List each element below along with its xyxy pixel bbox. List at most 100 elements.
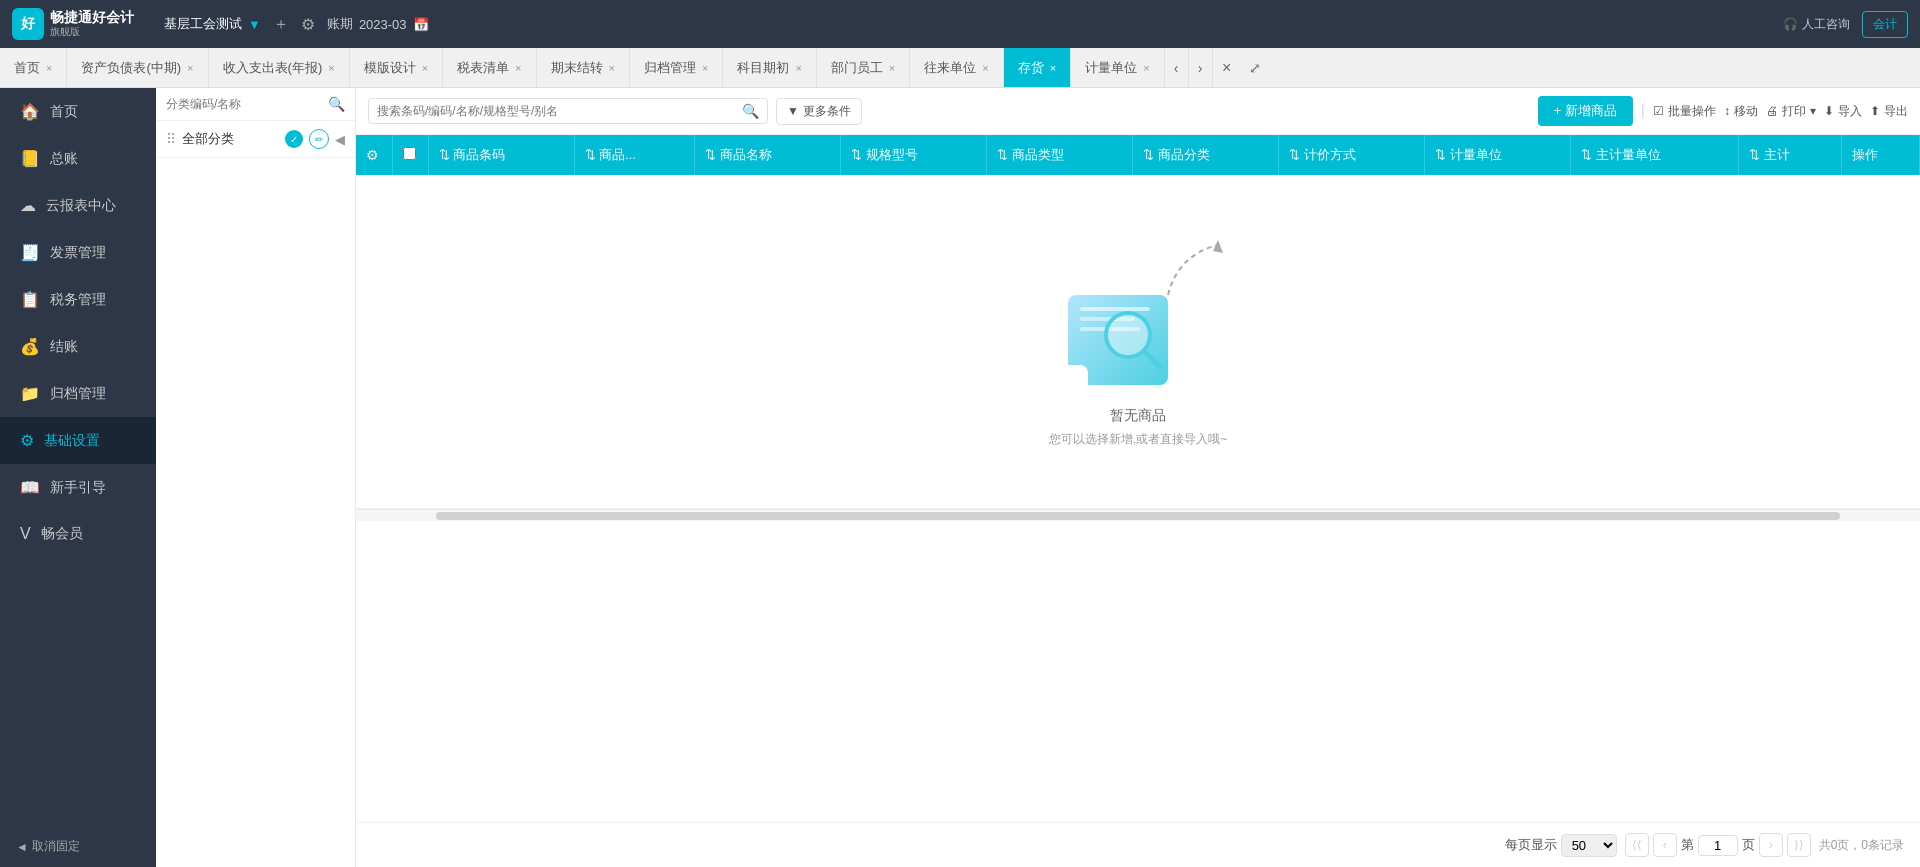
col-category[interactable]: ⇅ 商品分类 — [1133, 135, 1279, 175]
sidebar-item-tax[interactable]: 📋 税务管理 — [0, 276, 156, 323]
category-search-icon[interactable]: 🔍 — [328, 96, 345, 112]
first-page-button[interactable]: ⟨⟨ — [1625, 833, 1649, 857]
tab-close-icon[interactable]: × — [515, 62, 521, 74]
table-checkbox-th[interactable] — [392, 135, 428, 175]
category-header: ⠿ 全部分类 ✓ ✏ ◀ — [156, 121, 355, 158]
kuaiji-button[interactable]: 会计 — [1862, 11, 1908, 38]
tab-archive[interactable]: 归档管理 × — [630, 48, 723, 88]
svg-marker-2 — [1213, 240, 1223, 253]
tab-label: 收入支出表(年报) — [223, 59, 323, 77]
col-unit[interactable]: ⇅ 计量单位 — [1425, 135, 1571, 175]
tab-label: 科目期初 — [737, 59, 789, 77]
tab-income[interactable]: 收入支出表(年报) × — [209, 48, 350, 88]
content-area: 🔍 ⠿ 全部分类 ✓ ✏ ◀ 🔍 — [156, 88, 1920, 867]
batch-ops-button[interactable]: ☑ 批量操作 — [1653, 103, 1716, 120]
more-filter-button[interactable]: ▼ 更多条件 — [776, 98, 862, 125]
sidebar-item-closing[interactable]: 💰 结账 — [0, 323, 156, 370]
tab-close-icon[interactable]: × — [328, 62, 334, 74]
print-button[interactable]: 🖨 打印 ▾ — [1766, 103, 1816, 120]
home-icon: 🏠 — [20, 102, 40, 121]
tab-close-icon[interactable]: × — [1143, 62, 1149, 74]
tab-inventory[interactable]: 存货 × — [1004, 48, 1071, 88]
collapse-panel-button[interactable]: ◀ — [335, 132, 345, 147]
sidebar-item-member[interactable]: V 畅会员 — [0, 511, 156, 557]
total-records: 共0页，0条记录 — [1819, 837, 1904, 854]
col-name[interactable]: ⇅ 商品名称 — [695, 135, 841, 175]
col-barcode[interactable]: ⇅ 商品条码 — [428, 135, 574, 175]
table-settings-th[interactable]: ⚙ — [356, 135, 392, 175]
main-search-input[interactable] — [377, 104, 736, 118]
page-navigation: ⟨⟨ ‹ 第 页 › ⟩⟩ — [1625, 833, 1811, 857]
cancel-fixed-button[interactable]: ◄ 取消固定 — [0, 826, 156, 867]
tab-label: 模版设计 — [364, 59, 416, 77]
tab-close-all-button[interactable]: × — [1213, 48, 1241, 88]
tab-period[interactable]: 期末结转 × — [537, 48, 630, 88]
ai-consult-button[interactable]: 🎧 人工咨询 — [1783, 16, 1850, 33]
tab-dept[interactable]: 部门员工 × — [817, 48, 910, 88]
sidebar-item-guide[interactable]: 📖 新手引导 — [0, 464, 156, 511]
col-price-method[interactable]: ⇅ 计价方式 — [1279, 135, 1425, 175]
col-code[interactable]: ⇅ 商品... — [574, 135, 695, 175]
member-icon: V — [20, 525, 31, 543]
header-actions: 🎧 人工咨询 会计 — [1783, 11, 1908, 38]
tab-unit[interactable]: 计量单位 × — [1071, 48, 1164, 88]
last-page-button[interactable]: ⟩⟩ — [1787, 833, 1811, 857]
period-label: 账期 — [327, 15, 353, 33]
select-all-checkbox[interactable] — [403, 147, 416, 160]
settings-icon[interactable]: ⚙ — [301, 15, 315, 34]
col-type[interactable]: ⇅ 商品类型 — [987, 135, 1133, 175]
category-all-label[interactable]: 全部分类 — [182, 130, 279, 148]
table-settings-icon[interactable]: ⚙ — [366, 147, 379, 163]
batch-icon: ☑ — [1653, 104, 1664, 118]
archive-icon: 📁 — [20, 384, 40, 403]
col-spec[interactable]: ⇅ 规格型号 — [841, 135, 987, 175]
tab-close-icon[interactable]: × — [187, 62, 193, 74]
import-button[interactable]: ⬇ 导入 — [1824, 103, 1862, 120]
col-main-count[interactable]: ⇅ 主计 — [1738, 135, 1841, 175]
sidebar-item-settings[interactable]: ⚙ 基础设置 — [0, 417, 156, 464]
company-selector[interactable]: 基层工会测试 ▼ — [164, 15, 261, 33]
next-page-button[interactable]: › — [1759, 833, 1783, 857]
ai-label: 人工咨询 — [1802, 16, 1850, 33]
add-product-button[interactable]: + 新增商品 — [1538, 96, 1633, 126]
category-search-input[interactable] — [166, 97, 324, 111]
page-size-select[interactable]: 10 20 50 100 — [1561, 834, 1617, 857]
tab-asset[interactable]: 资产负债表(中期) × — [67, 48, 208, 88]
tab-close-icon[interactable]: × — [422, 62, 428, 74]
calendar-icon[interactable]: 📅 — [413, 17, 429, 32]
export-button[interactable]: ⬆ 导出 — [1870, 103, 1908, 120]
tab-expand-button[interactable]: ⤢ — [1241, 48, 1269, 88]
sidebar-item-archive[interactable]: 📁 归档管理 — [0, 370, 156, 417]
cloud-icon: ☁ — [20, 196, 36, 215]
arrow-left-icon: ◄ — [16, 840, 28, 854]
prev-page-button[interactable]: ‹ — [1653, 833, 1677, 857]
tab-close-icon[interactable]: × — [46, 62, 52, 74]
tab-template[interactable]: 模版设计 × — [350, 48, 443, 88]
sidebar-item-invoice[interactable]: 🧾 发票管理 — [0, 229, 156, 276]
tab-close-icon[interactable]: × — [795, 62, 801, 74]
tab-subject[interactable]: 科目期初 × — [723, 48, 816, 88]
sidebar-item-home[interactable]: 🏠 首页 — [0, 88, 156, 135]
page-number-input[interactable] — [1698, 835, 1738, 856]
move-button[interactable]: ↕ 移动 — [1724, 103, 1758, 120]
add-tab-button[interactable]: ＋ — [273, 14, 289, 35]
tab-close-icon[interactable]: × — [1050, 62, 1056, 74]
main-search-icon[interactable]: 🔍 — [742, 103, 759, 119]
sidebar-item-cloud[interactable]: ☁ 云报表中心 — [0, 182, 156, 229]
tab-tax[interactable]: 税表清单 × — [443, 48, 536, 88]
print-icon: 🖨 — [1766, 104, 1778, 118]
tab-next-button[interactable]: › — [1189, 48, 1213, 88]
company-name: 基层工会测试 — [164, 15, 242, 33]
tab-close-icon[interactable]: × — [889, 62, 895, 74]
tab-prev-button[interactable]: ‹ — [1165, 48, 1189, 88]
tab-partners[interactable]: 往来单位 × — [910, 48, 1003, 88]
tab-close-icon[interactable]: × — [702, 62, 708, 74]
col-main-unit[interactable]: ⇅ 主计量单位 — [1571, 135, 1739, 175]
category-dots-icon[interactable]: ⠿ — [166, 131, 176, 147]
tab-close-icon[interactable]: × — [609, 62, 615, 74]
sidebar-item-ledger[interactable]: 📒 总账 — [0, 135, 156, 182]
col-actions: 操作 — [1841, 135, 1919, 175]
tab-close-icon[interactable]: × — [982, 62, 988, 74]
category-edit-button[interactable]: ✏ — [309, 129, 329, 149]
tab-home[interactable]: 首页 × — [0, 48, 67, 88]
